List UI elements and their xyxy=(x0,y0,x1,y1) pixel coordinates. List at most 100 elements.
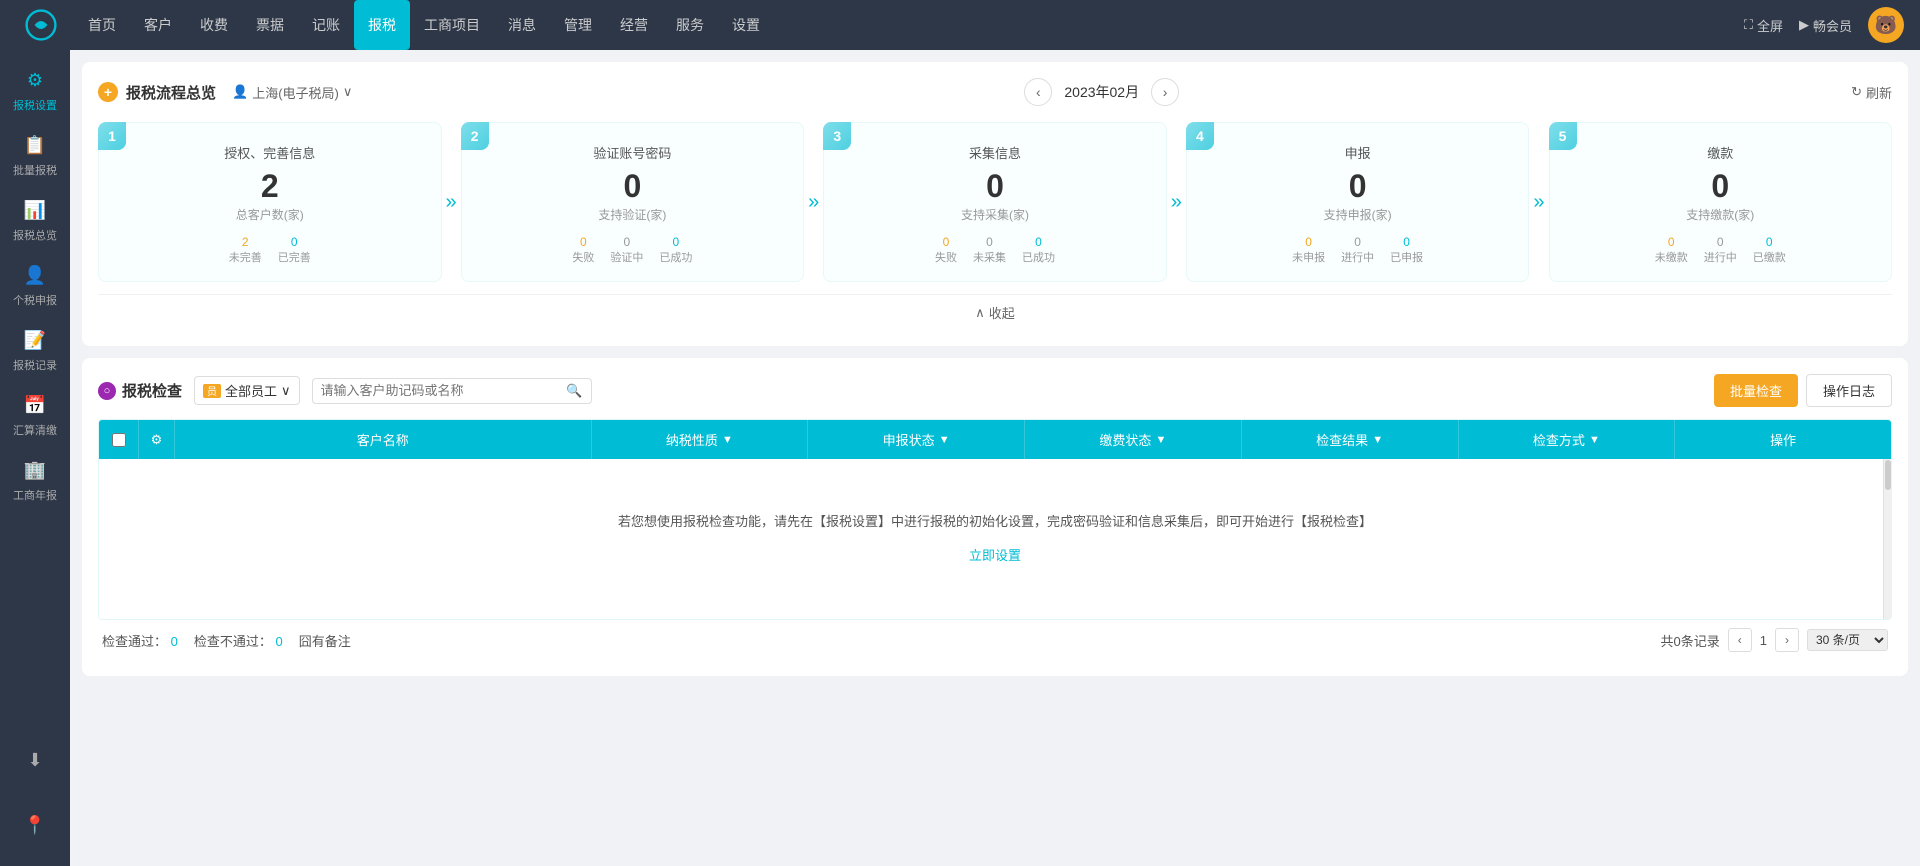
step-1-title: 授权、完善信息 xyxy=(224,143,315,162)
nav-settings[interactable]: 设置 xyxy=(718,0,774,50)
tax-type-filter-icon[interactable]: ▼ xyxy=(722,434,733,446)
location-badge[interactable]: 👤 上海(电子税局) ∨ xyxy=(232,83,352,102)
nav-accounting[interactable]: 记账 xyxy=(298,0,354,50)
sidebar-item-personal-tax[interactable]: 👤 个税申报 xyxy=(0,253,70,318)
check-result-filter-icon[interactable]: ▼ xyxy=(1372,434,1383,446)
operation-log-btn[interactable]: 操作日志 xyxy=(1806,374,1892,407)
sidebar-item-location[interactable]: 📍 xyxy=(0,793,70,858)
check-header: ○ 报税检查 员 全部员工 ∨ 🔍 批量检查 操作日志 xyxy=(98,374,1892,407)
th-check-result: 检查结果 ▼ xyxy=(1242,420,1459,459)
prev-page-btn[interactable]: ‹ xyxy=(1728,628,1752,652)
gear-icon[interactable]: ⚙ xyxy=(151,432,163,448)
arrow-4: » xyxy=(1529,122,1548,282)
footer-left: 检查通过： 0 检查不通过： 0 囧有备注 xyxy=(102,631,351,650)
setup-link[interactable]: 立即设置 xyxy=(969,548,1021,563)
fail-count[interactable]: 0 xyxy=(276,634,283,649)
fullscreen-btn[interactable]: ⛶ 全屏 xyxy=(1744,16,1783,35)
flow-overview-header: + 报税流程总览 👤 上海(电子税局) ∨ ‹ 2023年02月 › ↻ xyxy=(98,78,1892,106)
next-page-btn[interactable]: › xyxy=(1775,628,1799,652)
step-1-num: 1 xyxy=(98,122,126,150)
step-4-num: 4 xyxy=(1186,122,1214,150)
scrollbar-thumb xyxy=(1885,460,1891,490)
nav-service[interactable]: 服务 xyxy=(662,0,718,50)
vip-icon: ▶ xyxy=(1799,17,1809,33)
flow-title-icon: + xyxy=(98,82,118,102)
step-2-stat-2: 0 已成功 xyxy=(659,235,692,265)
nav-management[interactable]: 管理 xyxy=(550,0,606,50)
location-icon: 📍 xyxy=(23,814,47,838)
mascot-avatar[interactable]: 🐻 xyxy=(1868,7,1904,43)
vip-btn[interactable]: ▶ 畅会员 xyxy=(1799,16,1852,35)
staff-icon: 员 xyxy=(203,384,221,398)
page-size-select[interactable]: 30 条/页 50 条/页 100 条/页 xyxy=(1807,629,1888,651)
step-5-stat-1: 0 进行中 xyxy=(1704,235,1737,265)
step-4-stat-0: 0 未申报 xyxy=(1292,235,1325,265)
th-checkbox xyxy=(99,420,139,459)
next-month-btn[interactable]: › xyxy=(1151,78,1179,106)
nav-invoice[interactable]: 票据 xyxy=(242,0,298,50)
step-1-stat-0-value: 2 xyxy=(229,235,262,249)
batch-tax-icon: 📋 xyxy=(23,134,47,158)
check-header-right: 批量检查 操作日志 xyxy=(1714,374,1892,407)
sidebar-item-annual-report[interactable]: 🏢 工商年报 xyxy=(0,448,70,513)
select-all-checkbox[interactable] xyxy=(112,433,126,447)
steps-row: 1 授权、完善信息 2 总客户数(家) 2 未完善 0 已完善 xyxy=(98,122,1892,282)
step-3-card: 3 采集信息 0 支持采集(家) 0 失败 0 未采集 xyxy=(823,122,1167,282)
arrow-2: » xyxy=(804,122,823,282)
personal-tax-icon: 👤 xyxy=(23,264,47,288)
collapse-btn[interactable]: ∧ 收起 xyxy=(98,294,1892,330)
flow-overview-card: + 报税流程总览 👤 上海(电子税局) ∨ ‹ 2023年02月 › ↻ xyxy=(82,62,1908,346)
nav-business[interactable]: 工商项目 xyxy=(410,0,494,50)
table-empty-message: 若您想使用报税检查功能，请先在【报税设置】中进行报税的初始化设置，完成密码验证和… xyxy=(598,489,1392,589)
nav-operation[interactable]: 经营 xyxy=(606,0,662,50)
step-2-stat-1: 0 验证中 xyxy=(610,235,643,265)
sidebar-item-batch-tax[interactable]: 📋 批量报税 xyxy=(0,123,70,188)
pay-status-filter-icon[interactable]: ▼ xyxy=(1155,434,1166,446)
sidebar-item-annual-settlement[interactable]: 📅 汇算清缴 xyxy=(0,383,70,448)
footer-right: 共0条记录 ‹ 1 › 30 条/页 50 条/页 100 条/页 xyxy=(1661,628,1888,652)
pass-count[interactable]: 0 xyxy=(171,634,178,649)
sidebar-item-download[interactable]: ⬇ xyxy=(0,728,70,793)
batch-check-btn[interactable]: 批量检查 xyxy=(1714,374,1798,407)
step-3-stat-0: 0 失败 xyxy=(935,235,957,265)
search-input[interactable] xyxy=(321,383,563,398)
logo[interactable] xyxy=(16,0,66,50)
step-3-num: 3 xyxy=(823,122,851,150)
sidebar-item-tax-settings[interactable]: ⚙ 报税设置 xyxy=(0,58,70,123)
tax-settings-icon: ⚙ xyxy=(23,69,47,93)
nav-home[interactable]: 首页 xyxy=(74,0,130,50)
step-1-subtitle: 总客户数(家) xyxy=(236,206,304,223)
step-5-stats: 0 未缴款 0 进行中 0 已缴款 xyxy=(1655,235,1786,265)
declare-status-filter-icon[interactable]: ▼ xyxy=(939,434,950,446)
search-icon[interactable]: 🔍 xyxy=(566,383,582,399)
main-layout: ⚙ 报税设置 📋 批量报税 📊 报税总览 👤 个税申报 📝 报税记录 📅 汇算清… xyxy=(0,50,1920,866)
check-title: ○ 报税检查 xyxy=(98,380,182,401)
check-title-icon: ○ xyxy=(98,382,116,400)
check-method-filter-icon[interactable]: ▼ xyxy=(1589,434,1600,446)
sidebar-item-tax-record[interactable]: 📝 报税记录 xyxy=(0,318,70,383)
sidebar-item-tax-overview[interactable]: 📊 报税总览 xyxy=(0,188,70,253)
step-2-title: 验证账号密码 xyxy=(593,143,671,162)
staff-select[interactable]: 员 全部员工 ∨ xyxy=(194,376,300,405)
nav-right: ⛶ 全屏 ▶ 畅会员 🐻 xyxy=(1744,7,1904,43)
tax-overview-icon: 📊 xyxy=(23,199,47,223)
table-scrollbar[interactable] xyxy=(1883,459,1891,619)
step-1-stat-0-label: 未完善 xyxy=(229,249,262,265)
nav-message[interactable]: 消息 xyxy=(494,0,550,50)
step-5-subtitle: 支持缴款(家) xyxy=(1686,206,1754,223)
step-1-stat-1-label: 已完善 xyxy=(278,249,311,265)
step-3-stat-1: 0 未采集 xyxy=(973,235,1006,265)
th-tax-type: 纳税性质 ▼ xyxy=(592,420,809,459)
fullscreen-icon: ⛶ xyxy=(1744,17,1753,33)
nav-tax[interactable]: 报税 xyxy=(354,0,410,50)
step-1-stats: 2 未完善 0 已完善 xyxy=(229,235,311,265)
refresh-btn[interactable]: ↻ 刷新 xyxy=(1851,83,1892,102)
nav-client[interactable]: 客户 xyxy=(130,0,186,50)
main-content: + 报税流程总览 👤 上海(电子税局) ∨ ‹ 2023年02月 › ↻ xyxy=(70,50,1920,866)
prev-month-btn[interactable]: ‹ xyxy=(1024,78,1052,106)
step-4-subtitle: 支持申报(家) xyxy=(1324,206,1392,223)
annual-settlement-icon: 📅 xyxy=(23,394,47,418)
nav-fee[interactable]: 收费 xyxy=(186,0,242,50)
pass-label: 检查通过： 0 xyxy=(102,631,178,650)
step-4-stats: 0 未申报 0 进行中 0 已申报 xyxy=(1292,235,1423,265)
